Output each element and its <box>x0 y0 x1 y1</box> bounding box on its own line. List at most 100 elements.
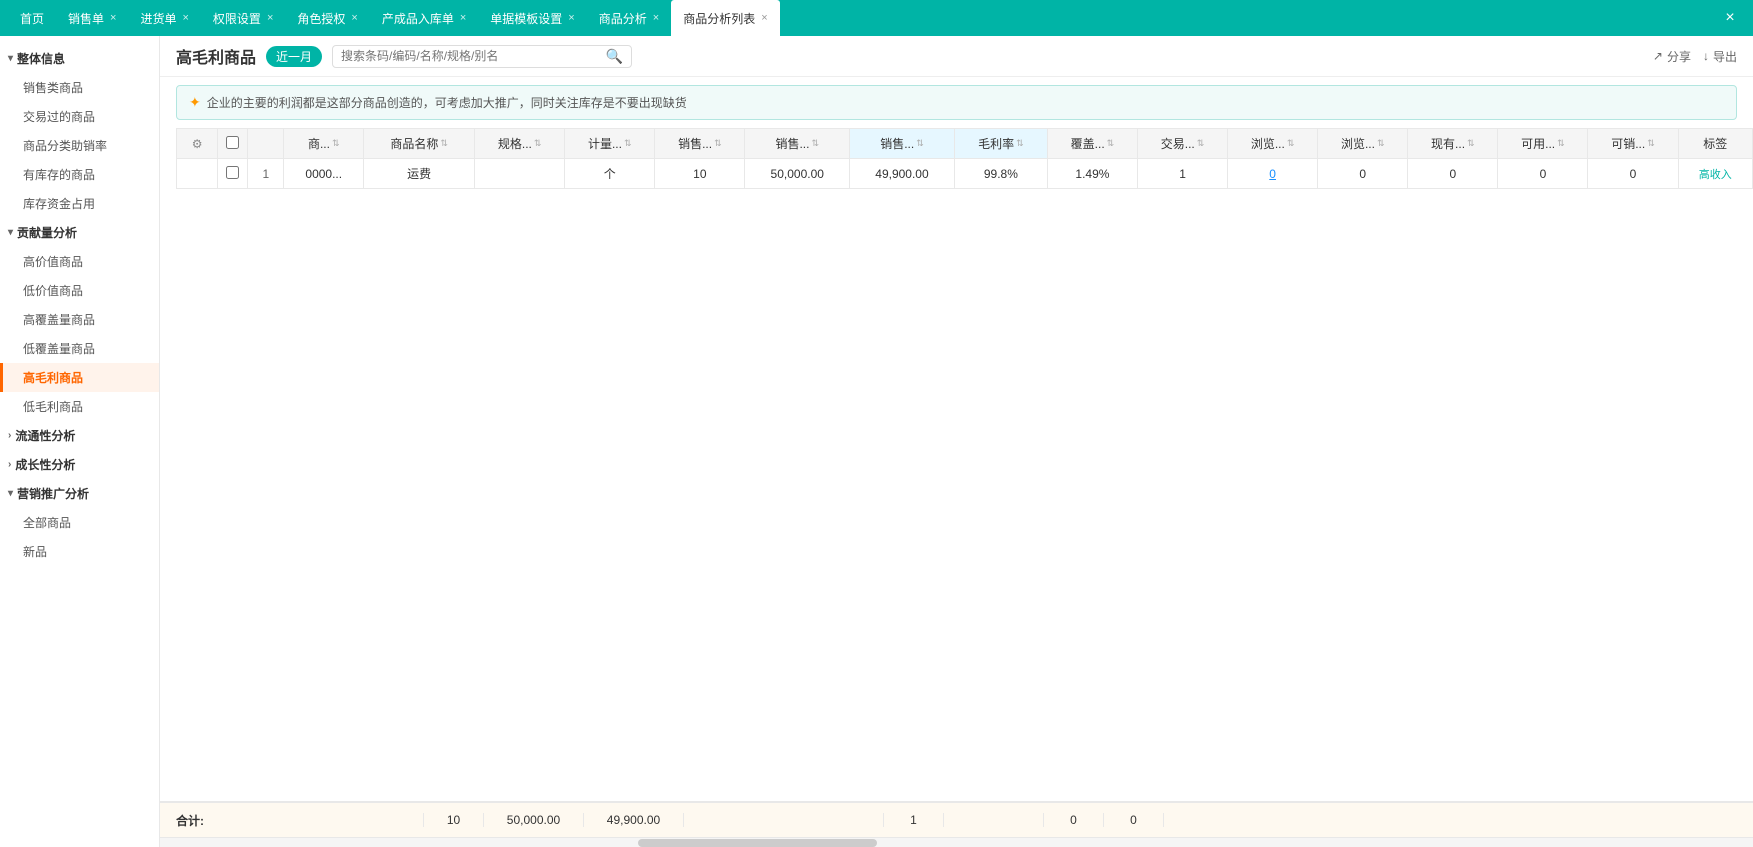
search-input[interactable] <box>341 49 606 63</box>
sidebar-item-low-value[interactable]: 低价值商品 <box>0 276 159 305</box>
nav-purchase-order[interactable]: 进货单 × <box>128 0 200 36</box>
col-trade[interactable]: 交易... ⇅ <box>1137 129 1227 159</box>
sidebar-group-marketing[interactable]: ▾ 营销推广分析 <box>0 479 159 508</box>
footer-current: 0 <box>1044 813 1104 827</box>
nav-product-analysis[interactable]: 商品分析 × <box>587 0 671 36</box>
sidebar-item-category-rate[interactable]: 商品分类助销率 <box>0 131 159 160</box>
col-gear[interactable]: ⚙ <box>177 129 218 159</box>
sidebar-item-in-stock[interactable]: 有库存的商品 <box>0 160 159 189</box>
data-table: ⚙ 商... ⇅ <box>176 128 1753 189</box>
nav-product-analysis-list[interactable]: 商品分析列表 × <box>671 0 779 36</box>
search-box: 🔍 <box>332 45 632 68</box>
info-banner: ✦ 企业的主要的利润都是这部分商品创造的，可考虑加大推广，同时关注库存是不要出现… <box>176 85 1737 120</box>
sidebar-item-all-goods[interactable]: 全部商品 <box>0 508 159 537</box>
cell-browse1[interactable]: 0 <box>1228 159 1318 189</box>
sidebar-item-stock-capital[interactable]: 库存资金占用 <box>0 189 159 218</box>
close-template-settings[interactable]: × <box>568 12 574 24</box>
sort-icon-trade: ⇅ <box>1197 138 1205 149</box>
col-current[interactable]: 现有... ⇅ <box>1408 129 1498 159</box>
close-purchase-order[interactable]: × <box>182 12 188 24</box>
sidebar-item-low-margin[interactable]: 低毛利商品 <box>0 392 159 421</box>
window-close-button[interactable]: × <box>1715 0 1745 36</box>
nav-product-inbound[interactable]: 产成品入库单 × <box>370 0 478 36</box>
col-name[interactable]: 商品名称 ⇅ <box>364 129 475 159</box>
sidebar-item-high-coverage[interactable]: 高覆盖量商品 <box>0 305 159 334</box>
sidebar-item-high-margin[interactable]: 高毛利商品 <box>0 363 159 392</box>
footer-spacer2 <box>684 813 884 827</box>
col-coverage[interactable]: 覆盖... ⇅ <box>1047 129 1137 159</box>
sidebar-group-contribution[interactable]: ▾ 贡献量分析 <box>0 218 159 247</box>
footer-available: 0 <box>1104 813 1164 827</box>
sort-icon-coverage: ⇅ <box>1107 138 1115 149</box>
nav-permission-settings[interactable]: 权限设置 × <box>201 0 285 36</box>
sort-icon-sales3: ⇅ <box>916 138 924 149</box>
sort-icon-browse1: ⇅ <box>1287 138 1295 149</box>
col-sales1[interactable]: 销售... ⇅ <box>655 129 745 159</box>
export-icon: ↓ <box>1703 49 1709 63</box>
sort-icon-browse2: ⇅ <box>1377 138 1385 149</box>
footer-sales2: 50,000.00 <box>484 813 584 827</box>
nav-role-auth[interactable]: 角色授权 × <box>285 0 369 36</box>
nav-template-settings[interactable]: 单据模板设置 × <box>478 0 586 36</box>
time-filter-button[interactable]: 近一月 <box>266 46 322 67</box>
close-sales-order[interactable]: × <box>110 12 116 24</box>
cell-trade: 1 <box>1137 159 1227 189</box>
col-checkbox[interactable] <box>218 129 248 159</box>
export-button[interactable]: ↓ 导出 <box>1703 48 1737 65</box>
col-gross-rate[interactable]: 毛利率 ⇅ <box>954 129 1047 159</box>
arrow-contribution: ▾ <box>8 227 13 238</box>
close-permission-settings[interactable]: × <box>267 12 273 24</box>
sidebar-item-high-value[interactable]: 高价值商品 <box>0 247 159 276</box>
sidebar-toggle[interactable]: « <box>159 422 160 462</box>
sidebar-item-sales-goods[interactable]: 销售类商品 <box>0 73 159 102</box>
col-sellable[interactable]: 可销... ⇅ <box>1588 129 1678 159</box>
search-icon[interactable]: 🔍 <box>606 48 623 65</box>
col-browse1[interactable]: 浏览... ⇅ <box>1228 129 1318 159</box>
col-browse2[interactable]: 浏览... ⇅ <box>1318 129 1408 159</box>
top-navigation: 首页 销售单 × 进货单 × 权限设置 × 角色授权 × 产成品入库单 × 单据… <box>0 0 1753 36</box>
sidebar-item-new-goods[interactable]: 新品 <box>0 537 159 566</box>
arrow-overall: ▾ <box>8 53 13 64</box>
sidebar-item-low-coverage[interactable]: 低覆盖量商品 <box>0 334 159 363</box>
sidebar-group-liquidity[interactable]: › 流通性分析 <box>0 421 159 450</box>
bottom-scrollbar[interactable] <box>160 837 1753 847</box>
close-product-analysis[interactable]: × <box>653 12 659 24</box>
close-role-auth[interactable]: × <box>351 12 357 24</box>
header-actions: ↗ 分享 ↓ 导出 <box>1653 48 1737 65</box>
cell-name: 运费 <box>364 159 475 189</box>
cell-sales1: 10 <box>655 159 745 189</box>
sidebar-group-growth[interactable]: › 成长性分析 <box>0 450 159 479</box>
cell-index: 1 <box>248 159 284 189</box>
close-product-inbound[interactable]: × <box>460 12 466 24</box>
cell-sellable: 0 <box>1588 159 1678 189</box>
col-unit[interactable]: 计量... ⇅ <box>565 129 655 159</box>
close-product-analysis-list[interactable]: × <box>761 12 767 24</box>
sidebar-group-overall[interactable]: ▾ 整体信息 <box>0 44 159 73</box>
select-all-checkbox[interactable] <box>226 136 239 149</box>
col-sales3[interactable]: 销售... ⇅ <box>850 129 955 159</box>
sort-icon-sales2: ⇅ <box>811 138 819 149</box>
nav-home[interactable]: 首页 <box>8 0 56 36</box>
cell-sales3: 49,900.00 <box>850 159 955 189</box>
cell-sales2: 50,000.00 <box>745 159 850 189</box>
cell-gross-rate: 99.8% <box>954 159 1047 189</box>
col-code[interactable]: 商... ⇅ <box>284 129 364 159</box>
footer-sales3: 49,900.00 <box>584 813 684 827</box>
sort-icon-unit: ⇅ <box>624 138 632 149</box>
sort-icon-code: ⇅ <box>332 138 340 149</box>
cell-code: 0000... <box>284 159 364 189</box>
info-icon: ✦ <box>189 94 201 111</box>
col-sales2[interactable]: 销售... ⇅ <box>745 129 850 159</box>
col-available[interactable]: 可用... ⇅ <box>1498 129 1588 159</box>
cell-checkbox[interactable] <box>218 159 248 189</box>
share-button[interactable]: ↗ 分享 <box>1653 48 1691 65</box>
cell-browse2: 0 <box>1318 159 1408 189</box>
scrollbar-thumb[interactable] <box>638 839 877 847</box>
col-spec[interactable]: 规格... ⇅ <box>475 129 565 159</box>
row-checkbox[interactable] <box>226 166 239 179</box>
sort-icon-sales1: ⇅ <box>714 138 722 149</box>
gear-icon[interactable]: ⚙ <box>192 137 203 151</box>
sidebar-item-traded-goods[interactable]: 交易过的商品 <box>0 102 159 131</box>
col-tag: 标签 <box>1678 129 1752 159</box>
nav-sales-order[interactable]: 销售单 × <box>56 0 128 36</box>
